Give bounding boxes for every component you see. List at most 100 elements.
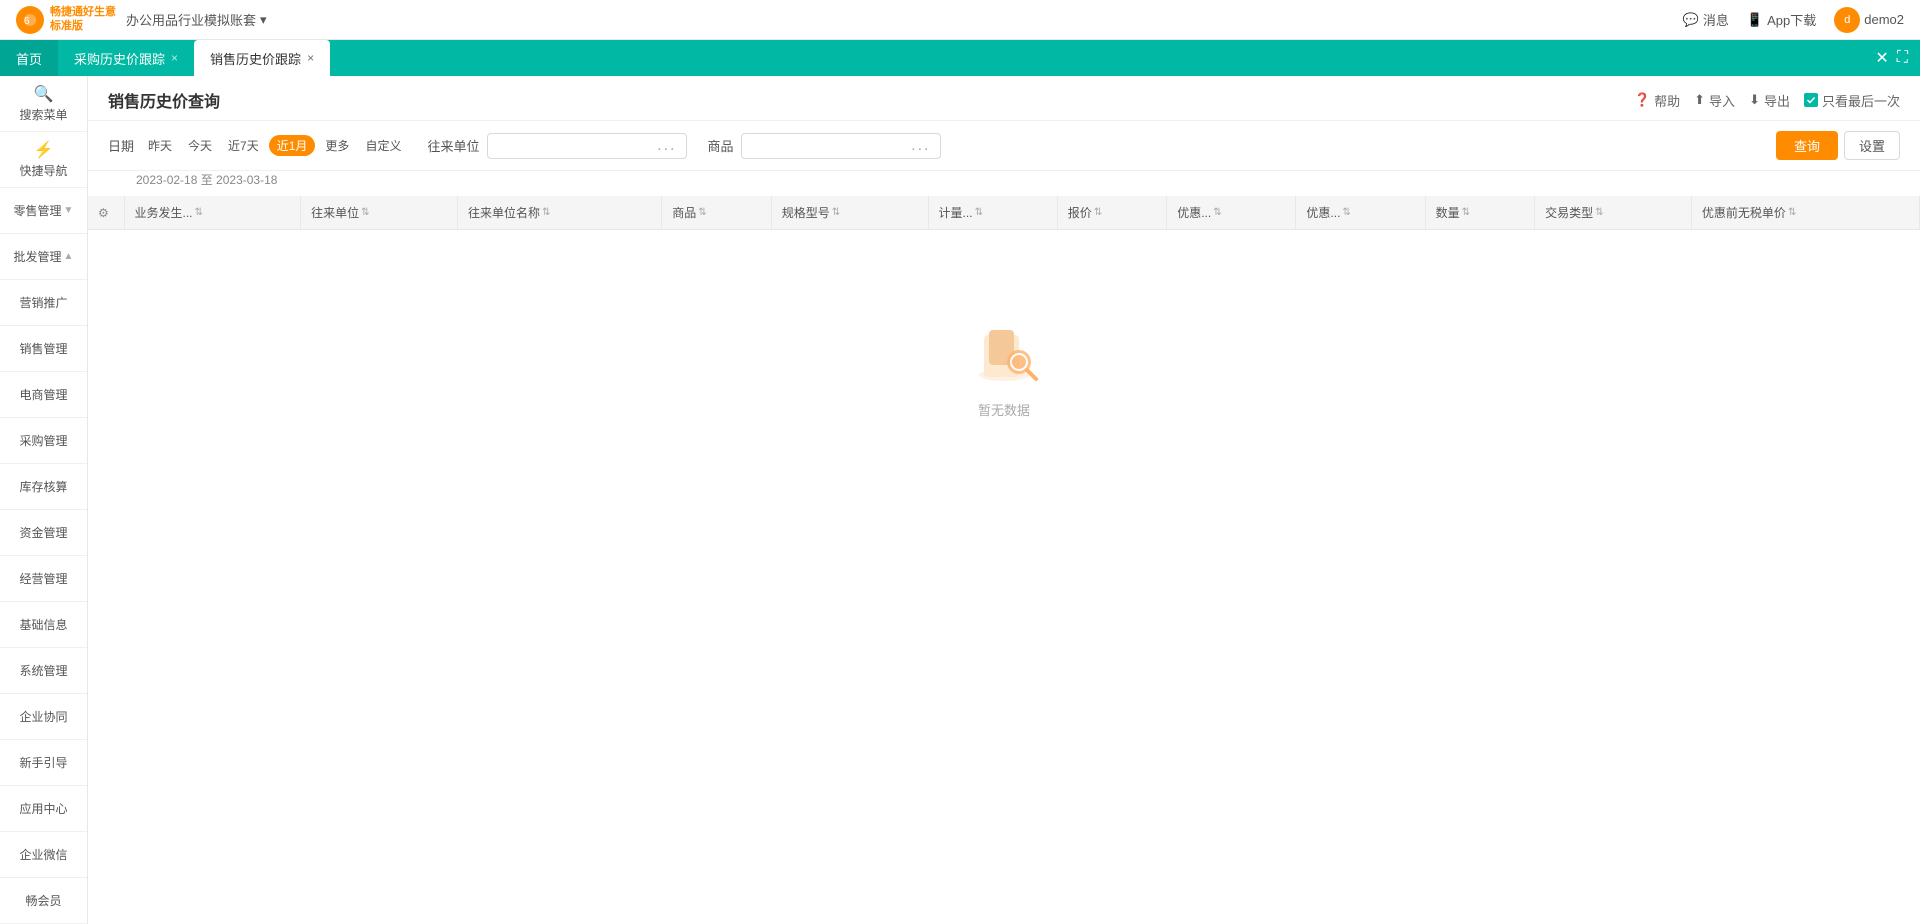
user-menu[interactable]: d demo2: [1834, 7, 1904, 33]
sidebar-item-retail[interactable]: 零售管理 ▼: [0, 188, 87, 234]
search-icon: 🔍: [34, 84, 54, 104]
sidebar-item-wechat[interactable]: 企业微信: [0, 832, 87, 878]
enterprise-label: 企业协同: [19, 708, 67, 725]
app-download-btn[interactable]: 📱 App下载: [1747, 10, 1816, 29]
sidebar-item-search[interactable]: 🔍 搜索菜单: [0, 76, 87, 132]
sidebar-item-sales[interactable]: 销售管理: [0, 326, 87, 372]
data-table: ⚙ 业务发生... ⇅ 往来单位: [88, 196, 1920, 230]
product-input[interactable]: ...: [741, 133, 941, 159]
sort-quantity-icon: ⇅: [1462, 208, 1470, 218]
logo-area: 6 畅捷通好生意 标准版: [16, 6, 116, 34]
empty-text: 暂无数据: [978, 400, 1030, 419]
sidebar-item-inventory[interactable]: 库存核算: [0, 464, 87, 510]
username-label: demo2: [1864, 12, 1904, 27]
sidebar-item-marketing[interactable]: 营销推广: [0, 280, 87, 326]
help-label: 帮助: [1654, 91, 1680, 110]
main-layout: 🔍 搜索菜单 ⚡ 快捷导航 零售管理 ▼ 批发管理 ▲ 营销推广 销售管理 电商…: [0, 76, 1920, 924]
settings-btn[interactable]: 设置: [1844, 131, 1900, 160]
date-tab-1month[interactable]: 近1月: [269, 135, 316, 156]
sidebar-item-member[interactable]: 畅会员: [0, 878, 87, 924]
fullscreen-btn[interactable]: ⛶: [1897, 49, 1908, 67]
sort-trade-type-icon: ⇅: [1595, 208, 1603, 218]
sidebar-quicknav-label: 快捷导航: [19, 162, 67, 179]
retail-label: 零售管理: [14, 202, 62, 219]
tab-sales-label: 销售历史价跟踪: [210, 49, 301, 68]
th-unit-label: 计量...: [939, 204, 973, 221]
sidebar-item-finance[interactable]: 资金管理: [0, 510, 87, 556]
sidebar-item-ecommerce[interactable]: 电商管理: [0, 372, 87, 418]
table-head: ⚙ 业务发生... ⇅ 往来单位: [88, 196, 1920, 230]
finance-label: 资金管理: [19, 524, 67, 541]
th-unit[interactable]: 计量... ⇅: [928, 196, 1057, 230]
help-icon: ❓: [1634, 92, 1650, 108]
tab-purchase-close[interactable]: ×: [171, 51, 178, 65]
date-range-display: 2023-02-18 至 2023-03-18: [136, 172, 277, 187]
sales-mgmt-label: 销售管理: [19, 340, 67, 357]
help-btn[interactable]: ❓ 帮助: [1634, 91, 1680, 110]
tab-home[interactable]: 首页: [0, 40, 58, 76]
wholesale-arrow: ▲: [64, 251, 74, 262]
sidebar-item-appcenter[interactable]: 应用中心: [0, 786, 87, 832]
page-title: 销售历史价查询: [108, 88, 220, 112]
sidebar-item-wholesale[interactable]: 批发管理 ▲: [0, 234, 87, 280]
th-quantity[interactable]: 数量 ⇅: [1425, 196, 1534, 230]
date-tab-custom[interactable]: 自定义: [359, 135, 407, 156]
th-spec-label: 规格型号: [782, 204, 830, 221]
sidebar-item-purchase[interactable]: 采购管理: [0, 418, 87, 464]
sidebar-item-system[interactable]: 系统管理: [0, 648, 87, 694]
operations-label: 经营管理: [19, 570, 67, 587]
filter-bar: 日期 昨天 今天 近7天 近1月 更多 自定义 往来单位 ...: [88, 121, 1920, 171]
sort-discount1-icon: ⇅: [1213, 208, 1221, 218]
th-product[interactable]: 商品 ⇅: [662, 196, 771, 230]
counterpart-label: 往来单位: [427, 136, 479, 155]
download-icon: 📱: [1747, 12, 1763, 28]
th-discount2[interactable]: 优惠... ⇅: [1296, 196, 1425, 230]
date-tab-today[interactable]: 今天: [182, 135, 218, 156]
th-counterpart[interactable]: 往来单位 ⇅: [301, 196, 458, 230]
sidebar: 🔍 搜索菜单 ⚡ 快捷导航 零售管理 ▼ 批发管理 ▲ 营销推广 销售管理 电商…: [0, 76, 88, 924]
only-last-label: 只看最后一次: [1822, 91, 1900, 110]
th-counterpart-name[interactable]: 往来单位名称 ⇅: [457, 196, 661, 230]
date-tabs: 昨天 今天 近7天 近1月 更多 自定义: [142, 135, 407, 156]
retail-group: 零售管理 ▼: [14, 202, 74, 219]
member-label: 畅会员: [25, 892, 61, 909]
date-label: 日期: [108, 136, 134, 155]
close-all-tabs-btn[interactable]: ✕: [1875, 48, 1888, 68]
th-pre-tax-price[interactable]: 优惠前无税单价 ⇅: [1691, 196, 1919, 230]
query-btn[interactable]: 查询: [1776, 131, 1838, 160]
date-tab-yesterday[interactable]: 昨天: [142, 135, 178, 156]
sidebar-search-label: 搜索菜单: [19, 106, 67, 123]
tab-purchase-history[interactable]: 采购历史价跟踪 ×: [58, 40, 194, 76]
date-tab-7days[interactable]: 近7天: [222, 135, 265, 156]
ecommerce-label: 电商管理: [19, 386, 67, 403]
tab-sales-close[interactable]: ×: [307, 51, 314, 65]
counterpart-filter-group: 往来单位 ...: [427, 133, 687, 159]
th-settings[interactable]: ⚙: [88, 196, 124, 230]
tab-sales-history[interactable]: 销售历史价跟踪 ×: [194, 40, 330, 76]
date-range-text: 2023-02-18 至 2023-03-18: [136, 173, 277, 187]
counterpart-input[interactable]: ...: [487, 133, 687, 159]
th-trade-type[interactable]: 交易类型 ⇅: [1535, 196, 1692, 230]
sidebar-item-basics[interactable]: 基础信息: [0, 602, 87, 648]
sidebar-item-operations[interactable]: 经营管理: [0, 556, 87, 602]
sort-quoted-price-icon: ⇅: [1094, 208, 1102, 218]
export-btn[interactable]: ⬇ 导出: [1749, 91, 1790, 110]
th-biz-date[interactable]: 业务发生... ⇅: [124, 196, 301, 230]
sidebar-item-quicknav[interactable]: ⚡ 快捷导航: [0, 132, 87, 188]
only-last-checkbox[interactable]: 只看最后一次: [1804, 91, 1900, 110]
th-spec[interactable]: 规格型号 ⇅: [771, 196, 928, 230]
table-container: ⚙ 业务发生... ⇅ 往来单位: [88, 196, 1920, 924]
filter-actions: 查询 设置: [1776, 131, 1900, 160]
table-settings-icon[interactable]: ⚙: [98, 206, 109, 220]
newbie-label: 新手引导: [19, 754, 67, 771]
message-icon: 💬: [1683, 12, 1699, 28]
import-btn[interactable]: ⬆ 导入: [1694, 91, 1735, 110]
date-tab-more[interactable]: 更多: [319, 135, 355, 156]
message-btn[interactable]: 💬 消息: [1683, 10, 1729, 29]
app-selector[interactable]: 办公用品行业模拟账套 ▾: [126, 10, 267, 29]
th-discount1[interactable]: 优惠... ⇅: [1167, 196, 1296, 230]
sidebar-item-newbie[interactable]: 新手引导: [0, 740, 87, 786]
th-quoted-price[interactable]: 报价 ⇅: [1057, 196, 1166, 230]
date-range-row: 2023-02-18 至 2023-03-18: [88, 171, 1920, 196]
sidebar-item-enterprise[interactable]: 企业协同: [0, 694, 87, 740]
